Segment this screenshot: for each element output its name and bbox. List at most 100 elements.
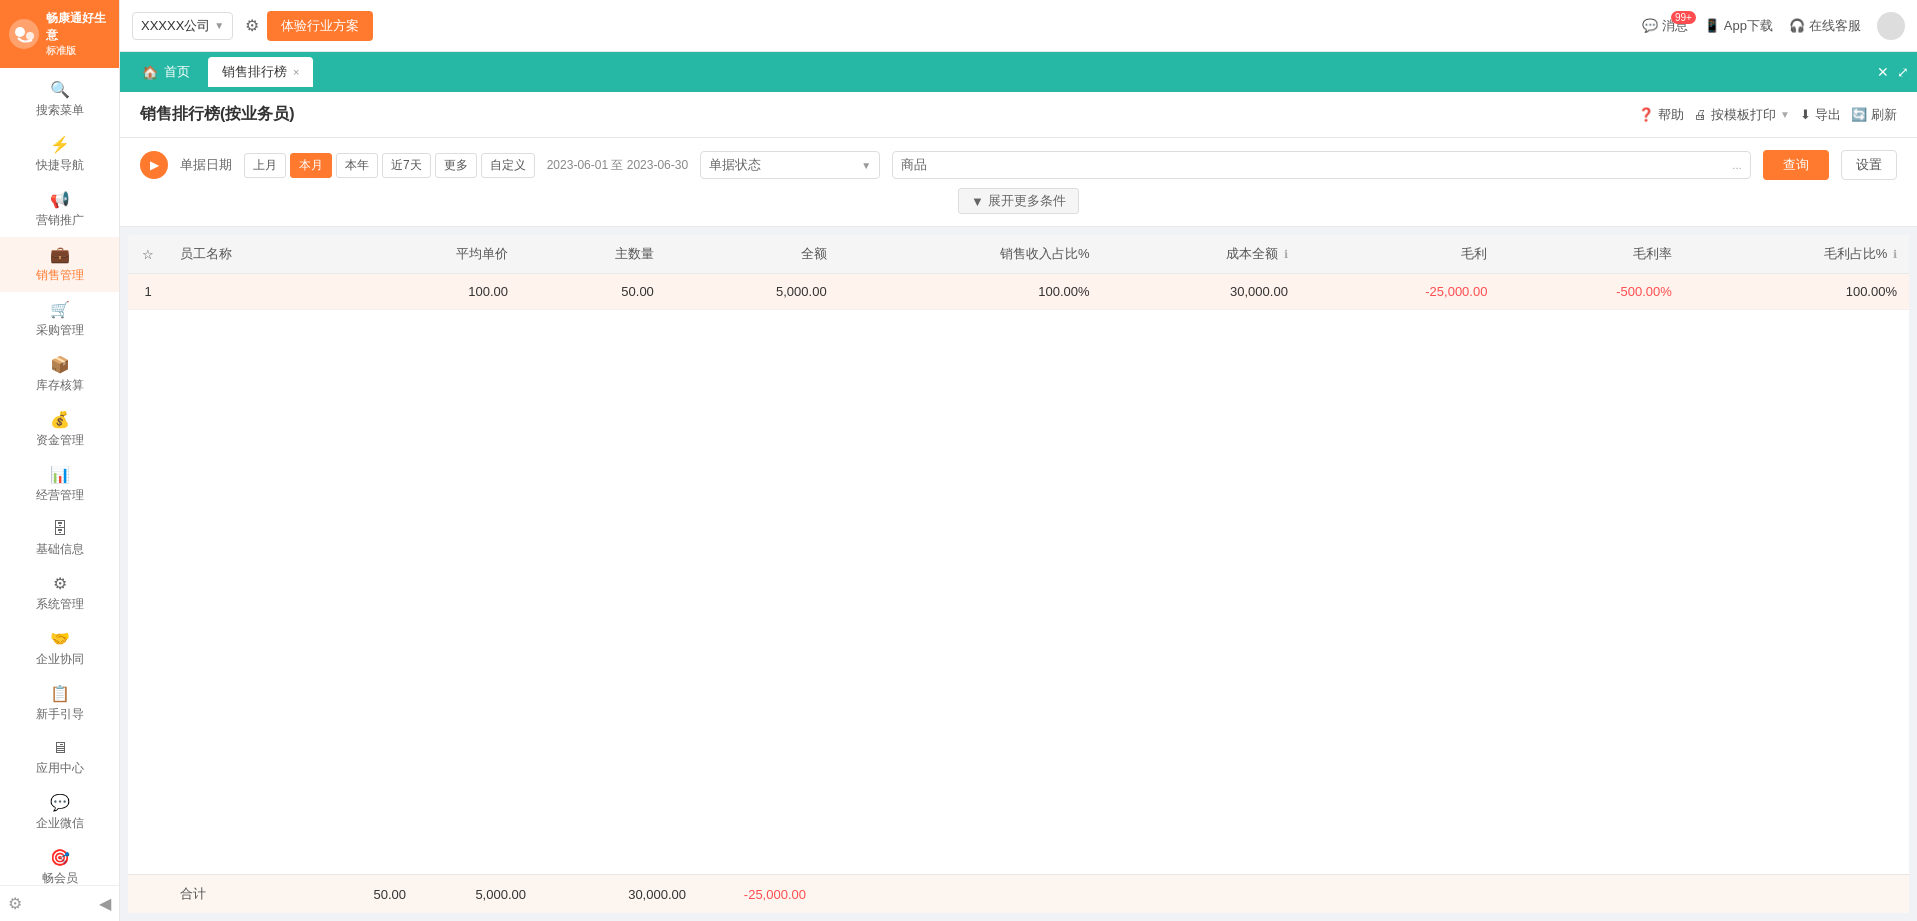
sidebar-label-system: 系统管理 [36,596,84,613]
help-button[interactable]: ❓ 帮助 [1638,106,1684,124]
sidebar-item-sales[interactable]: 💼 销售管理 [0,237,119,292]
sidebar-item-system[interactable]: ⚙ 系统管理 [0,566,119,621]
company-selector[interactable]: XXXXX公司 ▼ [132,12,233,40]
export-button[interactable]: ⬇ 导出 [1800,106,1841,124]
date-btn-last-month[interactable]: 上月 [244,153,286,178]
date-filter-group: 上月 本月 本年 近7天 更多 自定义 [244,153,535,178]
expand-filters-row: ▼ 展开更多条件 [140,188,1897,214]
finance-icon: 💰 [50,410,70,429]
tab-home-label: 首页 [164,63,190,81]
sidebar-label-quicknav: 快捷导航 [36,157,84,174]
date-range-display: 2023-06-01 至 2023-06-30 [547,157,688,174]
sidebar-item-search[interactable]: 🔍 搜索菜单 [0,72,119,127]
filter-row: ▶ 单据日期 上月 本月 本年 近7天 更多 自定义 2023-06-01 至 … [140,150,1897,180]
date-label: 单据日期 [180,156,232,174]
status-filter-label: 单据状态 [709,156,857,174]
print-button[interactable]: 🖨 按模板打印 ▼ [1694,106,1790,124]
system-icon: ⚙ [53,574,67,593]
company-chevron-icon: ▼ [214,20,224,31]
sidebar-label-inventory: 库存核算 [36,377,84,394]
sidebar-item-marketing[interactable]: 📢 营销推广 [0,182,119,237]
query-button[interactable]: 查询 [1763,150,1829,180]
date-btn-more[interactable]: 更多 [435,153,477,178]
marketing-icon: 📢 [50,190,70,209]
member-icon: 🎯 [50,848,70,867]
sidebar-item-wechat[interactable]: 💬 企业微信 [0,785,119,840]
cost-info-icon[interactable]: ℹ [1284,248,1288,260]
sidebar-label-collab: 企业协同 [36,651,84,668]
sidebar-label-wechat: 企业微信 [36,815,84,832]
topbar-right: 💬 消息 99+ 📱 App下载 🎧 在线客服 [1642,12,1905,40]
sidebar-item-guide[interactable]: 📋 新手引导 [0,676,119,731]
help-label: 帮助 [1658,106,1684,124]
sidebar-item-inventory[interactable]: 📦 库存核算 [0,347,119,402]
message-icon: 💬 [1642,18,1658,33]
tab-close-icon[interactable]: × [293,66,299,78]
date-btn-7days[interactable]: 近7天 [382,153,431,178]
trial-button[interactable]: 体验行业方案 [267,11,373,41]
goods-filter[interactable]: 商品 … [892,151,1751,179]
sidebar-label-finance: 资金管理 [36,432,84,449]
cell-amount: 5,000.00 [666,274,839,310]
settings-button[interactable]: 设置 [1841,150,1897,180]
sidebar-label-appcenter: 应用中心 [36,760,84,777]
sidebar-item-member[interactable]: 🎯 畅会员 [0,840,119,885]
app-download-label: App下载 [1724,17,1773,35]
export-icon: ⬇ [1800,107,1811,122]
collapse-icon[interactable]: ◀ [99,894,111,913]
date-btn-this-year[interactable]: 本年 [336,153,378,178]
settings-bottom-icon[interactable]: ⚙ [8,894,22,913]
avatar[interactable] [1877,12,1905,40]
sidebar-item-quicknav[interactable]: ⚡ 快捷导航 [0,127,119,182]
filter-collapse-btn[interactable]: ▶ [140,151,168,179]
sidebar-label-management: 经营管理 [36,487,84,504]
cell-qty: 50.00 [520,274,666,310]
app-name: 畅康通好生意 [46,10,111,44]
sidebar-item-basics[interactable]: 🗄 基础信息 [0,512,119,566]
tab-close-window-icon[interactable]: ✕ [1877,64,1889,80]
app-download-icon: 📱 [1704,18,1720,33]
col-gross-rate: 毛利率 [1499,235,1683,274]
status-filter[interactable]: 单据状态 ▼ [700,151,880,179]
sidebar-item-appcenter[interactable]: 🖥 应用中心 [0,731,119,785]
col-gross: 毛利 [1300,235,1500,274]
goods-filter-label: 商品 [901,156,1728,174]
sidebar-item-purchase[interactable]: 🛒 采购管理 [0,292,119,347]
table-body: 1 100.00 50.00 5,000.00 100.00% 30,000.0… [128,274,1909,310]
sidebar-item-collab[interactable]: 🤝 企业协同 [0,621,119,676]
management-icon: 📊 [50,465,70,484]
page-title: 销售排行榜(按业务员) [140,104,295,125]
date-btn-this-month[interactable]: 本月 [290,153,332,178]
table-footer: 合计 50.00 5,000.00 30,000.00 -25,000.00 [128,874,1909,913]
cell-cost: 30,000.00 [1102,274,1300,310]
sidebar-bottom: ⚙ ◀ [0,885,119,921]
sidebar-item-management[interactable]: 📊 经营管理 [0,457,119,512]
sidebar-item-finance[interactable]: 💰 资金管理 [0,402,119,457]
col-cost: 成本全额 ℹ [1102,235,1300,274]
table-header: ☆ 员工名称 平均单价 主数量 [128,235,1909,274]
wechat-icon: 💬 [50,793,70,812]
date-btn-custom[interactable]: 自定义 [481,153,535,178]
tab-home[interactable]: 🏠 首页 [128,57,204,87]
app-download-item[interactable]: 📱 App下载 [1704,17,1773,35]
sidebar-label-purchase: 采购管理 [36,322,84,339]
online-service-item[interactable]: 🎧 在线客服 [1789,17,1861,35]
gross-pct-info-icon[interactable]: ℹ [1893,248,1897,260]
svg-point-1 [15,27,25,37]
refresh-button[interactable]: 🔄 刷新 [1851,106,1897,124]
sidebar-label-search: 搜索菜单 [36,102,84,119]
tab-sales-ranking[interactable]: 销售排行榜 × [208,57,313,87]
expand-filters-button[interactable]: ▼ 展开更多条件 [958,188,1079,214]
cell-gross-pct: 100.00% [1684,274,1909,310]
col-settings[interactable]: ☆ [128,235,168,274]
guide-icon: 📋 [50,684,70,703]
print-icon: 🖨 [1694,107,1707,122]
sidebar-label-basics: 基础信息 [36,541,84,558]
message-item[interactable]: 💬 消息 99+ [1642,17,1688,35]
sidebar-nav: 🔍 搜索菜单 ⚡ 快捷导航 📢 营销推广 💼 销售管理 🛒 采购管理 📦 库存核… [0,68,119,885]
col-amount: 全额 [666,235,839,274]
table-row: 1 100.00 50.00 5,000.00 100.00% 30,000.0… [128,274,1909,310]
tab-expand-icon[interactable]: ⤢ [1897,64,1909,80]
topbar-settings-icon[interactable]: ⚙ [245,16,259,35]
footer-cost: 30,000.00 [606,887,686,902]
